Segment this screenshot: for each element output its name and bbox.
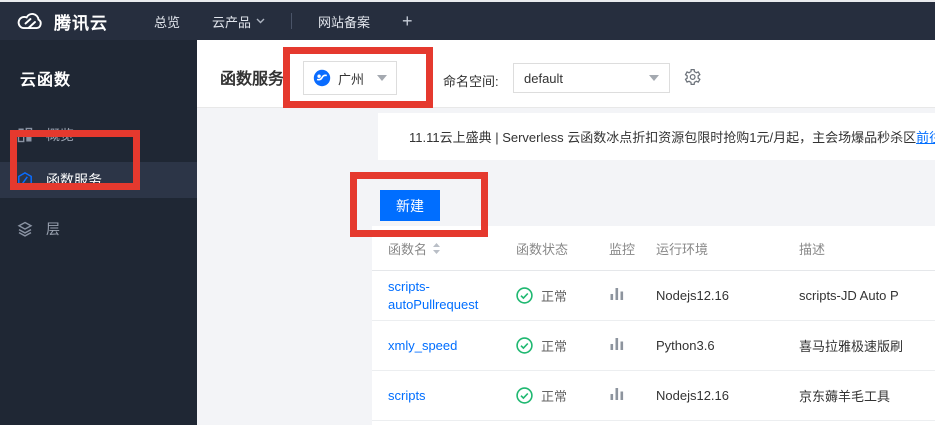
banner-text: 11.11云上盛典 | Serverless 云函数冰点折扣资源包限时抢购1元/… [409,130,917,145]
nav-products-label: 云产品 [212,14,252,30]
globe-icon [313,69,331,87]
nav-overview-label: 总览 [154,14,181,30]
chevron-down-icon [649,75,659,81]
new-function-button[interactable]: 新建 [380,190,440,221]
table-row: xmly_speed 正常 Python3.6 喜马拉雅极速版刷 [372,321,935,371]
nav-beian-label: 网站备案 [318,14,371,30]
nav-divider [291,13,293,29]
col-header-monitor: 监控 [609,241,636,257]
function-name-link[interactable]: scripts-autoPullrequest [388,279,478,312]
sidebar-item-overview[interactable]: 概览 [0,116,197,154]
top-navbar: 腾讯云 总览 云产品 网站备案 + [0,2,935,40]
region-selector[interactable]: 广州 [303,61,397,95]
function-table: 函数名 函数状态 监控 运行环境 描述 scripts-autoPullrequ… [372,226,935,425]
table-row: scripts-autoPullrequest 正常 Nodejs12.16 s… [372,271,935,321]
page-title: 函数服务 [220,71,285,88]
add-tab-button[interactable]: + [386,11,429,32]
sidebar: 云函数 概览 函数服务 层 [0,40,197,425]
description-cell: 喜马拉雅极速版刷 [799,339,904,354]
monitor-bars-icon[interactable] [609,386,625,401]
nav-overview[interactable]: 总览 [138,2,196,40]
namespace-label: 命名空间: [443,74,499,89]
description-cell: scripts-JD Auto P [799,288,899,303]
function-name-link[interactable]: xmly_speed [388,338,457,353]
monitor-bars-icon[interactable] [609,286,625,301]
chevron-down-icon [256,18,265,24]
sort-icon[interactable] [432,242,441,255]
cloud-logo-icon [17,12,42,29]
runtime-cell: Nodejs12.16 [656,388,729,403]
sidebar-title: 云函数 [20,72,72,89]
runtime-cell: Nodejs12.16 [656,288,729,303]
scf-hexagon-icon [18,172,32,188]
layers-icon [17,221,33,237]
status-text: 正常 [541,339,568,354]
namespace-select[interactable]: default [513,63,670,93]
col-header-name: 函数名 [388,241,428,257]
status-text: 正常 [541,289,568,304]
table-header-row: 函数名 函数状态 监控 运行环境 描述 [372,226,935,271]
promo-banner: 11.11云上盛典 | Serverless 云函数冰点折扣资源包限时抢购1元/… [378,113,935,160]
table-row: scripts 正常 Nodejs12.16 京东薅羊毛工具 [372,371,935,421]
sidebar-item-label: 层 [46,221,60,237]
nav-beian-tab[interactable]: 网站备案 [302,2,386,40]
gear-icon [684,68,701,86]
chevron-down-icon [377,75,387,81]
content-area: 11.11云上盛典 | Serverless 云函数冰点折扣资源包限时抢购1元/… [197,108,935,425]
description-cell: 京东薅羊毛工具 [799,389,891,404]
tencent-cloud-logo[interactable]: 腾讯云 [0,9,126,34]
region-label: 广州 [338,71,365,87]
settings-button[interactable] [683,68,701,86]
status-ok-icon [516,287,533,304]
sidebar-item-function-service[interactable]: 函数服务 [0,162,197,198]
namespace-value: default [524,70,564,86]
grid-icon [17,127,33,143]
sidebar-item-layers[interactable]: 层 [0,210,197,248]
status-ok-icon [516,387,533,404]
monitor-bars-icon[interactable] [609,336,625,351]
sidebar-item-label: 概览 [46,127,74,143]
col-header-desc: 描述 [799,241,826,257]
banner-link[interactable]: 前往 [916,127,935,146]
runtime-cell: Python3.6 [656,338,715,353]
status-ok-icon [516,337,533,354]
page-header: 函数服务 广州 命名空间: default [197,40,935,108]
brand-name: 腾讯云 [54,13,108,33]
nav-products[interactable]: 云产品 [196,2,281,40]
status-text: 正常 [541,389,568,404]
sidebar-item-label: 函数服务 [46,172,102,188]
col-header-runtime: 运行环境 [656,241,709,257]
col-header-status: 函数状态 [516,241,569,257]
function-name-link[interactable]: scripts [388,388,426,403]
